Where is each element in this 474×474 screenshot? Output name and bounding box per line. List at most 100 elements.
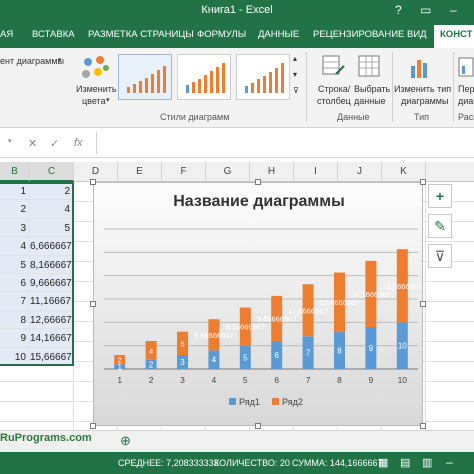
column-header-g[interactable]: G: [206, 162, 250, 182]
column-header-c[interactable]: C: [30, 162, 74, 182]
legend-label: Ряд2: [282, 397, 303, 407]
chart-style-2[interactable]: [177, 54, 231, 100]
tab-insert[interactable]: ВСТАВКА: [32, 29, 75, 40]
change-colors-label[interactable]: Изменить: [76, 84, 117, 94]
formula-input[interactable]: [96, 132, 474, 154]
select-data-icon[interactable]: [358, 54, 382, 80]
switch-row-column-icon[interactable]: [322, 54, 346, 80]
move-chart-icon[interactable]: [458, 54, 474, 80]
status-count: КОЛИЧЕСТВО: 20: [214, 458, 290, 468]
tab-formulas[interactable]: ФОРМУЛЫ: [197, 29, 246, 40]
gallery-up-icon[interactable]: ▴: [293, 54, 297, 63]
palette-icon[interactable]: [80, 54, 110, 84]
column-header-d[interactable]: D: [74, 162, 118, 182]
ribbon-display-button[interactable]: ▭: [420, 3, 431, 17]
data-label-series1: 5: [243, 353, 248, 362]
switch-row-column-label[interactable]: Строка/: [318, 84, 350, 94]
resize-handle[interactable]: [255, 423, 261, 429]
column-header-j[interactable]: J: [338, 162, 382, 182]
select-data-label[interactable]: Выбрать: [354, 84, 390, 94]
chart-plot[interactable]: 12124235346,66666667458,16666667569,6666…: [94, 183, 424, 427]
resize-handle[interactable]: [90, 423, 96, 429]
tab-data[interactable]: ДАННЫЕ: [258, 29, 299, 40]
data-label-series2: 15,6666667: [382, 282, 422, 291]
category-label: 5: [243, 375, 248, 385]
zoom-out-icon[interactable]: –: [446, 455, 453, 469]
data-label-series1: 10: [398, 342, 407, 351]
gallery-more-icon[interactable]: ⊽: [293, 86, 299, 95]
data-label-series2: 5: [180, 339, 184, 348]
ribbon-tabs: АЯ ВСТАВКА РАЗМЕТКА СТРАНИЦЫ ФОРМУЛЫ ДАН…: [0, 22, 474, 48]
column-header-e[interactable]: E: [118, 162, 162, 182]
change-chart-type-label[interactable]: Изменить тип: [394, 84, 451, 94]
chart-elements-button[interactable]: +: [428, 184, 452, 208]
chart-filters-button[interactable]: ⊽: [428, 244, 452, 268]
column-header-f[interactable]: F: [162, 162, 206, 182]
category-label: 3: [180, 375, 185, 385]
normal-view-icon[interactable]: ▦: [378, 456, 388, 469]
dropdown-arrow-icon[interactable]: ▾: [106, 96, 110, 104]
data-label-series2: 2: [118, 356, 122, 365]
data-label-series1: 3: [180, 358, 185, 367]
tab-chart-design[interactable]: КОНСТ: [434, 25, 474, 48]
status-bar: СРЕДНЕЕ: 7,208333333 КОЛИЧЕСТВО: 20 СУММ…: [0, 452, 474, 474]
category-label: 9: [369, 375, 374, 385]
insert-function-icon[interactable]: fx: [74, 137, 83, 149]
tab-page-layout[interactable]: РАЗМЕТКА СТРАНИЦЫ: [88, 29, 194, 40]
page-break-view-icon[interactable]: ▥: [422, 456, 432, 469]
column-header-i[interactable]: I: [294, 162, 338, 182]
legend-swatch: [229, 398, 236, 405]
data-label-series2: 11,1666667: [289, 306, 328, 315]
selection-border: [0, 182, 74, 366]
resize-handle[interactable]: [90, 301, 96, 307]
gallery-down-icon[interactable]: ▾: [293, 70, 297, 79]
category-label: 2: [149, 375, 154, 385]
tab-view[interactable]: ВИД: [407, 29, 427, 40]
dropdown-arrow-icon[interactable]: ▾: [58, 56, 62, 64]
tab-home[interactable]: АЯ: [0, 29, 13, 40]
resize-handle[interactable]: [420, 179, 426, 185]
chart-area[interactable]: Название диаграммы 1 2 1 2 4 2 3 5 3 4 6,66666667 4…: [93, 182, 423, 426]
group-separator: [306, 52, 307, 122]
chart-style-3[interactable]: [236, 54, 290, 100]
data-label-series1: 2: [149, 360, 154, 369]
move-chart-label-2: диагр: [458, 96, 474, 106]
formula-bar: ▾ ✕ ✓ fx: [0, 128, 474, 158]
enter-icon[interactable]: ✓: [50, 137, 59, 150]
data-label-series1: 4: [212, 356, 217, 365]
change-chart-type-label-2: диаграммы: [401, 96, 449, 106]
data-label-series1: 6: [274, 351, 279, 360]
page-layout-view-icon[interactable]: ▤: [400, 456, 410, 469]
help-button[interactable]: ?: [395, 3, 402, 17]
data-label-series2: 4: [149, 346, 153, 355]
category-label: 7: [306, 375, 311, 385]
chart-style-1[interactable]: [118, 54, 172, 100]
category-label: 4: [212, 375, 217, 385]
move-chart-label[interactable]: Пере: [458, 84, 474, 94]
title-bar: Книга1 - Excel ? ▭ –: [0, 0, 474, 22]
tab-review[interactable]: РЕЦЕНЗИРОВАНИЕ: [313, 29, 404, 40]
data-label-series2: 12,6666667: [320, 298, 360, 307]
ribbon: ент диаграммы ▾ Изменить цвета ▾ ▴ ▾ ⊽ С…: [0, 48, 474, 128]
dropdown-arrow-icon[interactable]: ▾: [8, 137, 12, 145]
minimize-button[interactable]: –: [450, 3, 457, 17]
resize-handle[interactable]: [255, 179, 261, 185]
column-header-b[interactable]: B: [0, 162, 30, 182]
type-group-label: Тип: [414, 112, 430, 122]
add-chart-element-label[interactable]: ент диаграммы: [0, 56, 64, 66]
resize-handle[interactable]: [90, 179, 96, 185]
window-title: Книга1 - Excel: [201, 4, 273, 16]
chart-styles-button[interactable]: ✎: [428, 214, 452, 238]
resize-handle[interactable]: [420, 301, 426, 307]
select-data-label-2: данные: [354, 96, 386, 106]
add-sheet-icon[interactable]: ⊕: [120, 433, 131, 449]
change-chart-type-icon[interactable]: [408, 54, 432, 80]
resize-handle[interactable]: [420, 423, 426, 429]
switch-row-column-label-2: столбец: [317, 96, 351, 106]
category-label: 1: [117, 375, 122, 385]
legend-label: Ряд1: [239, 397, 260, 407]
cancel-icon[interactable]: ✕: [28, 137, 37, 150]
status-sum: СУММА: 144,1666667: [292, 458, 383, 468]
column-header-blank[interactable]: [426, 162, 474, 182]
location-group-label: Распо: [458, 112, 474, 122]
